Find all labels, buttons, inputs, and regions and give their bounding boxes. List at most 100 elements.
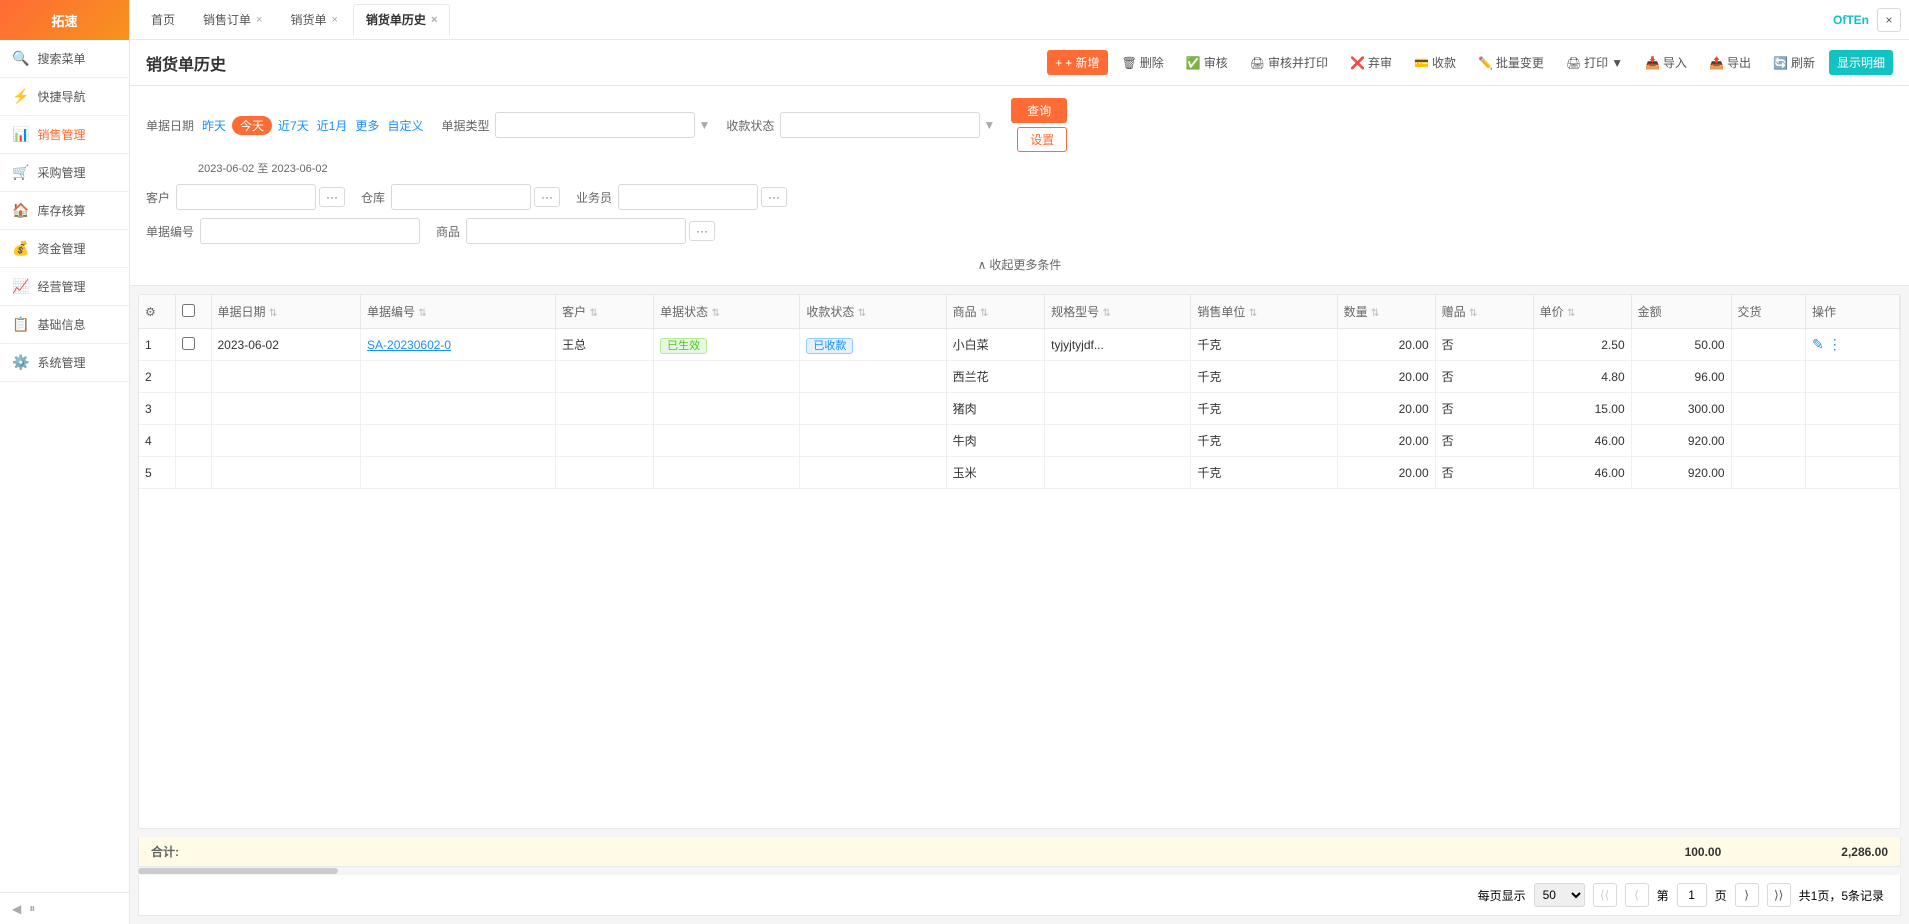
cell-spec bbox=[1045, 425, 1191, 457]
date-shortcut-7days[interactable]: 近7天 bbox=[276, 117, 311, 134]
select-all-checkbox[interactable] bbox=[182, 304, 195, 317]
more-action-button[interactable]: ⋮ bbox=[1828, 336, 1842, 352]
cell-unit: 千克 bbox=[1191, 329, 1337, 361]
th-unit[interactable]: 销售单位 ⇅ bbox=[1191, 295, 1337, 329]
th-price[interactable]: 单价 ⇅ bbox=[1533, 295, 1631, 329]
sidebar-item-basic-info[interactable]: 📋 基础信息 bbox=[0, 306, 129, 344]
tab-sales-history-close[interactable]: × bbox=[431, 14, 437, 26]
salesperson-input[interactable] bbox=[618, 184, 758, 210]
sidebar-item-search[interactable]: 🔍 搜索菜单 bbox=[0, 40, 129, 78]
th-qty[interactable]: 数量 ⇅ bbox=[1337, 295, 1435, 329]
date-shortcut-custom[interactable]: 自定义 bbox=[385, 117, 425, 134]
first-page-button[interactable]: ⟨⟨ bbox=[1593, 883, 1617, 907]
sidebar-item-finance[interactable]: 💰 资金管理 bbox=[0, 230, 129, 268]
sidebar-item-quick-nav[interactable]: ⚡ 快捷导航 bbox=[0, 78, 129, 116]
cell-checkbox[interactable] bbox=[175, 457, 211, 489]
new-button[interactable]: + + 新增 bbox=[1047, 50, 1107, 75]
th-customer[interactable]: 客户 ⇅ bbox=[556, 295, 654, 329]
scrollbar-thumb[interactable] bbox=[138, 868, 338, 874]
cell-delivery bbox=[1731, 457, 1805, 489]
tab-sales-order-close[interactable]: × bbox=[256, 14, 262, 26]
customer-dots-button[interactable]: ··· bbox=[319, 187, 345, 207]
page-size-select[interactable]: 50 100 200 bbox=[1534, 883, 1585, 907]
collapse-icon: ∧ bbox=[978, 258, 987, 272]
cell-amount: 96.00 bbox=[1631, 361, 1731, 393]
tab-home[interactable]: 首页 bbox=[138, 4, 188, 36]
date-shortcut-yesterday[interactable]: 昨天 bbox=[200, 117, 228, 134]
doc-no-filter-group: 单据编号 bbox=[146, 218, 420, 244]
th-pay-status[interactable]: 收款状态 ⇅ bbox=[800, 295, 946, 329]
th-goods[interactable]: 商品 ⇅ bbox=[946, 295, 1045, 329]
doc-type-dropdown-icon[interactable]: ▼ bbox=[698, 118, 710, 132]
tab-sales-history[interactable]: 销货单历史 × bbox=[353, 4, 450, 36]
cell-checkbox[interactable] bbox=[175, 361, 211, 393]
goods-input[interactable] bbox=[466, 218, 686, 244]
export-button[interactable]: 📤 导出 bbox=[1701, 50, 1759, 75]
goods-dots-button[interactable]: ··· bbox=[689, 221, 715, 241]
next-page-button[interactable]: ⟩ bbox=[1735, 883, 1759, 907]
warehouse-dots-button[interactable]: ··· bbox=[534, 187, 560, 207]
sidebar-item-system[interactable]: ⚙️ 系统管理 bbox=[0, 344, 129, 382]
salesperson-label: 业务员 bbox=[576, 189, 612, 206]
doc-type-input[interactable] bbox=[495, 112, 695, 138]
th-settings[interactable]: ⚙ bbox=[139, 295, 175, 329]
th-doc-no[interactable]: 单据编号 ⇅ bbox=[361, 295, 556, 329]
edit-action-button[interactable]: ✎ bbox=[1812, 336, 1824, 352]
th-spec[interactable]: 规格型号 ⇅ bbox=[1045, 295, 1191, 329]
window-close-button[interactable]: × bbox=[1877, 8, 1901, 32]
cell-pay-status: 已收款 bbox=[800, 329, 946, 361]
page-input[interactable] bbox=[1677, 883, 1707, 907]
collapse-icon: ◀ bbox=[12, 902, 21, 916]
approve-print-button[interactable]: 🖨 审核并打印 bbox=[1242, 50, 1336, 75]
sort-icon: ⇅ bbox=[269, 308, 277, 319]
sidebar-item-purchase[interactable]: 🛒 采购管理 bbox=[0, 154, 129, 192]
show-detail-button[interactable]: 显示明细 bbox=[1829, 50, 1893, 75]
cell-doc-status bbox=[654, 393, 800, 425]
doc-no-link[interactable]: SA-20230602-0 bbox=[367, 338, 451, 352]
batch-change-button[interactable]: ✏️ 批量变更 bbox=[1470, 50, 1552, 75]
pay-status-dropdown-icon[interactable]: ▼ bbox=[983, 118, 995, 132]
print-button[interactable]: 🖨 打印 ▼ bbox=[1558, 50, 1631, 75]
sidebar-item-sales[interactable]: 📊 销售管理 bbox=[0, 116, 129, 154]
pay-status-input[interactable] bbox=[780, 112, 980, 138]
last-page-button[interactable]: ⟩⟩ bbox=[1767, 883, 1791, 907]
date-shortcut-today[interactable]: 今天 bbox=[232, 116, 272, 135]
date-filter-label: 单据日期 bbox=[146, 117, 194, 134]
refresh-button[interactable]: 🔄 刷新 bbox=[1765, 50, 1823, 75]
sidebar-bottom[interactable]: ◀ ⏸ bbox=[0, 892, 129, 924]
th-date[interactable]: 单据日期 ⇅ bbox=[211, 295, 361, 329]
topbar-right: OfTEn × bbox=[1833, 8, 1901, 32]
tab-sales-delivery-close[interactable]: × bbox=[331, 14, 337, 26]
row-checkbox[interactable] bbox=[182, 337, 195, 350]
warehouse-input[interactable] bbox=[391, 184, 531, 210]
collapse-filter-button[interactable]: ∧ 收起更多条件 bbox=[146, 252, 1893, 277]
cell-checkbox[interactable] bbox=[175, 329, 211, 361]
receive-button[interactable]: 💳 收款 bbox=[1406, 50, 1464, 75]
tab-sales-order[interactable]: 销售订单 × bbox=[190, 4, 275, 36]
query-button[interactable]: 查询 bbox=[1011, 98, 1067, 123]
abandon-button[interactable]: ❌ 弃审 bbox=[1342, 50, 1400, 75]
cell-checkbox[interactable] bbox=[175, 425, 211, 457]
date-shortcut-1month[interactable]: 近1月 bbox=[315, 117, 350, 134]
th-gift[interactable]: 赠品 ⇅ bbox=[1435, 295, 1533, 329]
doc-no-input[interactable] bbox=[200, 218, 420, 244]
th-amount[interactable]: 金额 bbox=[1631, 295, 1731, 329]
delete-button[interactable]: 🗑 删除 bbox=[1114, 50, 1172, 75]
filter-row-3: 单据编号 商品 ··· bbox=[146, 218, 1893, 244]
approve-button[interactable]: ✅ 审核 bbox=[1178, 50, 1236, 75]
prev-page-button[interactable]: ⟨ bbox=[1625, 883, 1649, 907]
cell-checkbox[interactable] bbox=[175, 393, 211, 425]
customer-input[interactable] bbox=[176, 184, 316, 210]
salesperson-dots-button[interactable]: ··· bbox=[761, 187, 787, 207]
sidebar-item-operations[interactable]: 📈 经营管理 bbox=[0, 268, 129, 306]
setting-button[interactable]: 设置 bbox=[1017, 127, 1067, 152]
date-shortcut-more[interactable]: 更多 bbox=[353, 117, 381, 134]
th-doc-status[interactable]: 单据状态 ⇅ bbox=[654, 295, 800, 329]
import-button[interactable]: 📥 导入 bbox=[1637, 50, 1695, 75]
horizontal-scrollbar[interactable] bbox=[138, 867, 1901, 875]
sidebar-item-inventory[interactable]: 🏠 库存核算 bbox=[0, 192, 129, 230]
th-checkbox[interactable] bbox=[175, 295, 211, 329]
tab-sales-delivery[interactable]: 销货单 × bbox=[277, 4, 350, 36]
th-delivery[interactable]: 交货 bbox=[1731, 295, 1805, 329]
delete-icon: 🗑 bbox=[1122, 56, 1137, 70]
